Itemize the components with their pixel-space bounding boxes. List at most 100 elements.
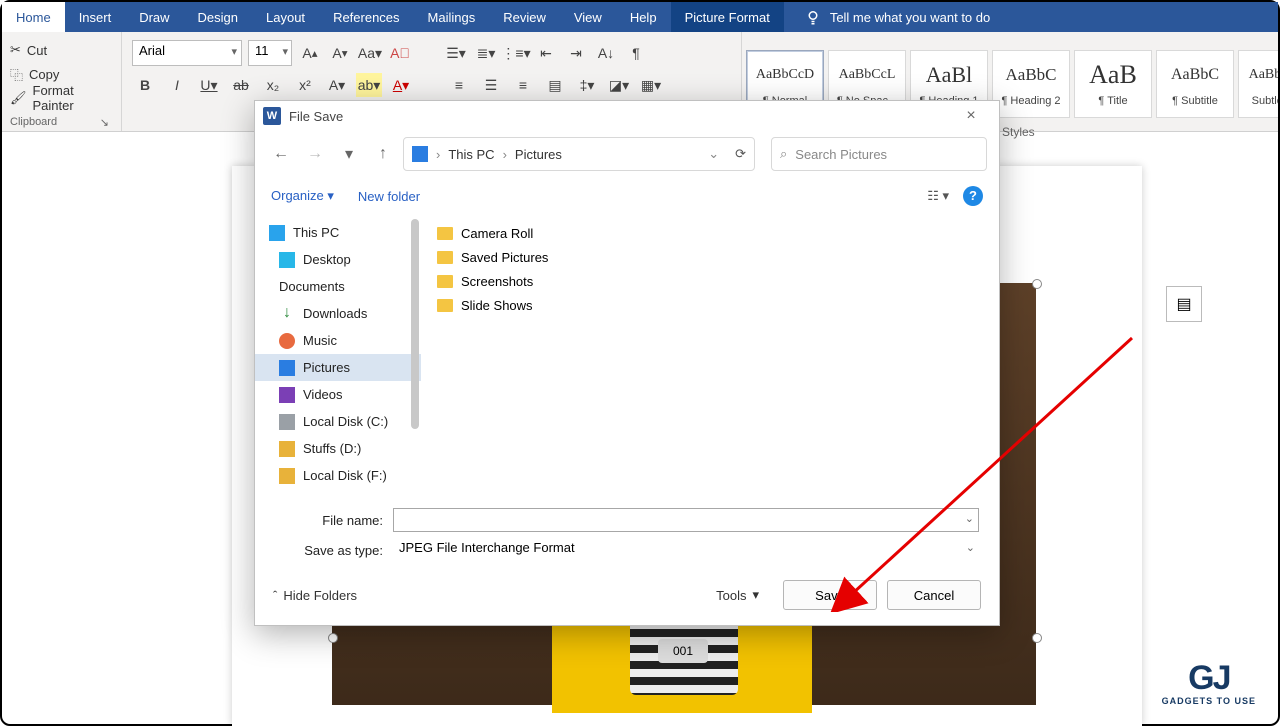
style-subtitle[interactable]: AaBbC¶ Subtitle [1156,50,1234,118]
tools-menu[interactable]: Tools▾ [716,587,759,603]
tree-item-local-disk-f-[interactable]: Local Disk (F:) [255,462,421,489]
cancel-button[interactable]: Cancel [887,580,981,610]
shrink-font-button[interactable]: A▾ [328,41,352,65]
style-title[interactable]: AaB¶ Title [1074,50,1152,118]
bullets-button[interactable]: ☰▾ [444,41,468,65]
grow-font-button[interactable]: A▴ [298,41,322,65]
show-marks-button[interactable]: ¶ [624,41,648,65]
font-color-button[interactable]: A▾ [388,73,414,97]
superscript-button[interactable]: x² [292,73,318,97]
tab-design[interactable]: Design [184,2,252,32]
tree-item-this-pc[interactable]: This PC [255,219,421,246]
tab-insert[interactable]: Insert [65,2,126,32]
resize-handle[interactable] [328,633,338,643]
chevron-down-icon[interactable]: ⌄ [708,146,719,162]
tree-item-downloads[interactable]: ↓Downloads [255,300,421,327]
ribbon-tabs: Home Insert Draw Design Layout Reference… [2,2,1278,32]
folder-slide-shows[interactable]: Slide Shows [437,293,983,317]
italic-button[interactable]: I [164,73,190,97]
align-left-button[interactable]: ≡ [446,73,472,97]
help-button[interactable]: ? [963,186,983,206]
clear-formatting-button[interactable]: A⃠ [388,41,412,65]
folder-icon [437,227,453,240]
shading-button[interactable]: ◪▾ [606,73,632,97]
new-folder-button[interactable]: New folder [358,189,420,204]
organize-button[interactable]: Organize ▾ [271,188,334,204]
copy-label: Copy [29,67,59,82]
tree-item-pictures[interactable]: Pictures [255,354,421,381]
resize-handle[interactable] [1032,633,1042,643]
style-heading2[interactable]: AaBbC¶ Heading 2 [992,50,1070,118]
font-family-select[interactable]: Arial [132,40,242,66]
multilevel-button[interactable]: ⋮≡▾ [504,41,528,65]
file-name-input[interactable]: ⌄ [393,508,979,532]
nav-back-button[interactable]: ← [267,140,295,168]
view-options-button[interactable]: ☷ ▾ [927,188,949,204]
tree-item-stuffs-d-[interactable]: Stuffs (D:) [255,435,421,462]
chevron-right-icon: › [503,147,507,162]
change-case-button[interactable]: Aa▾ [358,41,382,65]
tab-help[interactable]: Help [616,2,671,32]
align-center-button[interactable]: ☰ [478,73,504,97]
hide-folders-button[interactable]: ˆHide Folders [273,588,357,603]
tab-home[interactable]: Home [2,2,65,32]
sort-button[interactable]: A↓ [594,41,618,65]
tell-me-search[interactable]: Tell me what you want to do [804,8,990,26]
nav-recent-button[interactable]: ▾ [335,140,363,168]
refresh-button[interactable]: ⟳ [735,146,746,162]
chevron-down-icon[interactable]: ⌄ [966,541,975,554]
tree-item-desktop[interactable]: Desktop [255,246,421,273]
increase-indent-button[interactable]: ⇥ [564,41,588,65]
save-type-label: Save as type: [275,543,393,558]
address-bar[interactable]: › This PC › Pictures ⌄ ⟳ [403,137,755,171]
tab-mailings[interactable]: Mailings [414,2,490,32]
save-type-select[interactable]: JPEG File Interchange Format⌄ [393,538,979,562]
file-name-label: File name: [275,513,393,528]
save-button[interactable]: Save [783,580,877,610]
nav-up-button[interactable]: ↑ [369,140,397,168]
nav-forward-button[interactable]: → [301,140,329,168]
resize-handle[interactable] [1032,279,1042,289]
highlight-button[interactable]: ab▾ [356,73,382,97]
justify-button[interactable]: ▤ [542,73,568,97]
tab-references[interactable]: References [319,2,413,32]
tab-review[interactable]: Review [489,2,560,32]
tab-layout[interactable]: Layout [252,2,319,32]
numbering-button[interactable]: ≣▾ [474,41,498,65]
search-input[interactable]: ⌕ Search Pictures [771,137,987,171]
chevron-down-icon[interactable]: ⌄ [965,512,974,525]
style-subtleem[interactable]: AaBbCcLSubtle Em [1238,50,1278,118]
breadcrumb-leaf[interactable]: Pictures [515,147,562,162]
bold-button[interactable]: B [132,73,158,97]
text-effects-button[interactable]: A▾ [324,73,350,97]
dialog-launcher-icon[interactable]: ↘ [100,116,109,129]
tree-item-videos[interactable]: Videos [255,381,421,408]
tab-draw[interactable]: Draw [125,2,183,32]
decrease-indent-button[interactable]: ⇤ [534,41,558,65]
align-right-button[interactable]: ≡ [510,73,536,97]
underline-button[interactable]: U▾ [196,73,222,97]
folder-camera-roll[interactable]: Camera Roll [437,221,983,245]
line-spacing-button[interactable]: ‡▾ [574,73,600,97]
folder-screenshots[interactable]: Screenshots [437,269,983,293]
tree-item-local-disk-c-[interactable]: Local Disk (C:) [255,408,421,435]
cut-button[interactable]: ✂Cut [10,38,113,62]
scrollbar-thumb[interactable] [411,219,419,429]
format-painter-button[interactable]: 🖌Format Painter [10,86,113,110]
tab-picture-format[interactable]: Picture Format [671,2,784,32]
strikethrough-button[interactable]: ab [228,73,254,97]
folder-saved-pictures[interactable]: Saved Pictures [437,245,983,269]
borders-button[interactable]: ▦▾ [638,73,664,97]
layout-options-button[interactable]: ▤ [1166,286,1202,322]
folder-icon [437,251,453,264]
font-size-select[interactable]: 11 [248,40,292,66]
tree-item-documents[interactable]: Documents [255,273,421,300]
close-button[interactable]: × [951,107,991,125]
format-painter-label: Format Painter [33,83,113,113]
subscript-button[interactable]: x₂ [260,73,286,97]
file-list: Camera RollSaved PicturesScreenshotsSlid… [421,215,999,499]
tree-item-music[interactable]: Music [255,327,421,354]
watermark-tag: GADGETS TO USE [1162,697,1256,706]
breadcrumb-root[interactable]: This PC [448,147,494,162]
tab-view[interactable]: View [560,2,616,32]
